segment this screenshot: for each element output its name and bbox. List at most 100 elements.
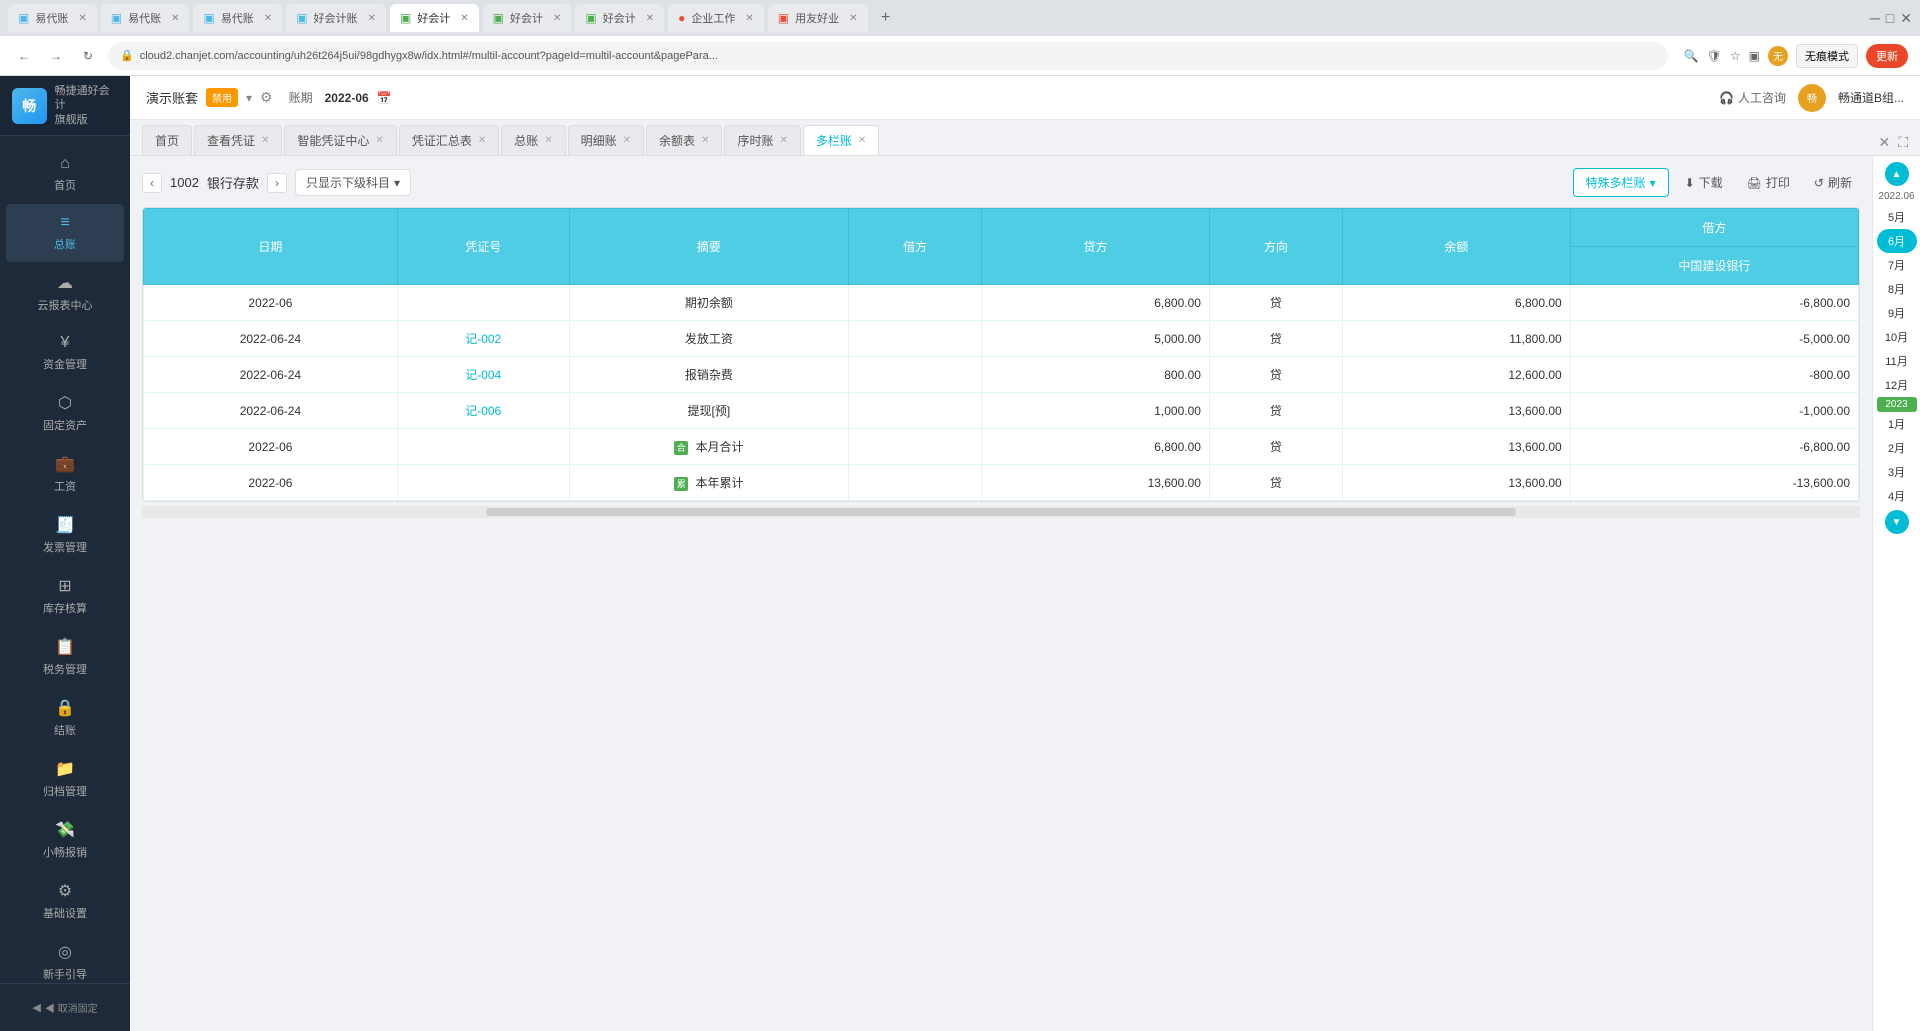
calendar-month-12[interactable]: 12月 — [1877, 373, 1917, 397]
settings-gear-icon[interactable]: ⚙ — [260, 89, 273, 106]
tab-close-7[interactable]: ✕ — [646, 13, 654, 24]
close-voucher-tab[interactable]: ✕ — [261, 135, 269, 146]
calendar-month-5[interactable]: 5月 — [1877, 205, 1917, 229]
row4-voucher[interactable]: 记-006 — [397, 393, 569, 429]
sidebar-item-salary[interactable]: 💼 工资 — [6, 444, 124, 504]
tab-close-6[interactable]: ✕ — [553, 13, 561, 24]
star-icon[interactable]: ☆ — [1730, 49, 1741, 63]
next-account-button[interactable]: › — [267, 173, 287, 193]
sidebar-item-home[interactable]: ⌂ 首页 — [6, 145, 124, 203]
sidebar-item-tax[interactable]: 📋 税务管理 — [6, 627, 124, 687]
browser-tab-4[interactable]: ▣ 好会计账 ✕ — [286, 4, 386, 32]
print-button[interactable]: 🖨 打印 — [1739, 169, 1798, 196]
sidebar-item-settings[interactable]: ⚙ 基础设置 — [6, 871, 124, 931]
close-multi-col-tab[interactable]: ✕ — [858, 135, 866, 146]
calendar-month-11[interactable]: 11月 — [1877, 349, 1917, 373]
page-tab-detail-ledger[interactable]: 明细账 ✕ — [568, 125, 644, 155]
close-balance-tab[interactable]: ✕ — [701, 135, 709, 146]
address-box[interactable]: 🔒 cloud2.chanjet.com/accounting/uh26t264… — [108, 42, 1668, 70]
page-tab-voucher-summary[interactable]: 凭证汇总表 ✕ — [399, 125, 499, 155]
calendar-month-2023-3[interactable]: 3月 — [1877, 460, 1917, 484]
avatar-icon[interactable]: 无 — [1768, 46, 1788, 66]
browser-tab-3[interactable]: ▣ 易代账 ✕ — [193, 4, 282, 32]
special-multi-col-button[interactable]: 特殊多栏账 ▾ — [1573, 168, 1669, 197]
page-tab-smart-voucher[interactable]: 智能凭证中心 ✕ — [284, 125, 396, 155]
calendar-up-button[interactable]: ▲ — [1885, 162, 1909, 186]
horizontal-scrollbar[interactable] — [142, 506, 1860, 518]
sidebar-item-asset[interactable]: ⬡ 固定资产 — [6, 383, 124, 443]
back-button[interactable]: ← — [12, 44, 36, 68]
page-tab-balance[interactable]: 余额表 ✕ — [646, 125, 722, 155]
unpin-button[interactable]: ◀ ◀ 取消固定 — [0, 992, 130, 1023]
calendar-month-2023-4[interactable]: 4月 — [1877, 484, 1917, 508]
refresh-button[interactable]: ↺ 刷新 — [1806, 169, 1860, 196]
row2-extra: -5,000.00 — [1570, 321, 1858, 357]
expand-panel-icon[interactable]: ⛶ — [1898, 134, 1908, 151]
update-button[interactable]: 更新 — [1866, 44, 1908, 68]
calendar-month-2023-2[interactable]: 2月 — [1877, 436, 1917, 460]
row3-voucher[interactable]: 记-004 — [397, 357, 569, 393]
service-button[interactable]: 🎧 人工咨询 — [1719, 89, 1786, 106]
calendar-down-button[interactable]: ▼ — [1885, 510, 1909, 534]
sidebar-item-fund[interactable]: ¥ 资金管理 — [6, 324, 124, 382]
browser-tab-6[interactable]: ▣ 好会计 ✕ — [483, 4, 572, 32]
page-tab-home[interactable]: 首页 — [142, 125, 192, 155]
browser-tab-2[interactable]: ▣ 易代账 ✕ — [101, 4, 190, 32]
browser-tab-9[interactable]: ▣ 用友好业 ✕ — [768, 4, 868, 32]
page-tab-multi-col[interactable]: 多栏账 ✕ — [803, 125, 879, 155]
browser-tab-7[interactable]: ▣ 好会计 ✕ — [575, 4, 664, 32]
voucher-tab-label: 查看凭证 — [207, 132, 255, 149]
page-tab-journal[interactable]: 序时账 ✕ — [724, 125, 800, 155]
sidebar-item-guide[interactable]: ◎ 新手引导 — [6, 932, 124, 983]
row5-summary: 合 本月合计 — [569, 429, 849, 465]
dropdown-icon[interactable]: ▾ — [246, 91, 252, 105]
tab-close-3[interactable]: ✕ — [264, 13, 272, 24]
zoom-icon[interactable]: 🔍 — [1684, 49, 1699, 63]
close-detail-ledger-tab[interactable]: ✕ — [623, 135, 631, 146]
page-tab-voucher[interactable]: 查看凭证 ✕ — [194, 125, 282, 155]
calendar-icon[interactable]: 📅 — [377, 91, 392, 105]
tab-close-2[interactable]: ✕ — [171, 13, 179, 24]
calendar-month-2023-1[interactable]: 1月 — [1877, 412, 1917, 436]
browser-tab-5[interactable]: ▣ 好会计 ✕ — [390, 4, 479, 32]
sidebar-item-ledger[interactable]: ≡ 总账 — [6, 204, 124, 262]
sidebar-item-expense[interactable]: 💸 小畅报销 — [6, 810, 124, 870]
wuhen-mode-button[interactable]: 无痕模式 — [1796, 44, 1858, 68]
refresh-button[interactable]: ↻ — [76, 44, 100, 68]
sidebar-item-archive[interactable]: 📁 归档管理 — [6, 749, 124, 809]
close-voucher-summary-tab[interactable]: ✕ — [478, 135, 486, 146]
shield-icon[interactable]: 🛡 — [1707, 49, 1722, 63]
browser-tab-8[interactable]: ● 企业工作 ✕ — [668, 4, 764, 32]
new-tab-button[interactable]: + — [872, 4, 900, 32]
prev-account-button[interactable]: ‹ — [142, 173, 162, 193]
calendar-month-10[interactable]: 10月 — [1877, 325, 1917, 349]
close-panel-icon[interactable]: ✕ — [1878, 134, 1890, 151]
close-smart-voucher-tab[interactable]: ✕ — [375, 135, 383, 146]
close-journal-tab[interactable]: ✕ — [779, 135, 787, 146]
tab-close-9[interactable]: ✕ — [849, 13, 857, 24]
sidebar-item-close-accounts[interactable]: 🔒 结账 — [6, 688, 124, 748]
calendar-month-6[interactable]: 6月 — [1877, 229, 1917, 253]
minimize-button[interactable]: ─ — [1870, 10, 1880, 26]
calendar-month-8[interactable]: 8月 — [1877, 277, 1917, 301]
sidebar-item-report[interactable]: ☁ 云报表中心 — [6, 263, 124, 323]
row2-voucher[interactable]: 记-002 — [397, 321, 569, 357]
filter-dropdown[interactable]: 只显示下级科目 ▾ — [295, 169, 411, 196]
close-window-button[interactable]: ✕ — [1900, 10, 1912, 27]
tab-close-5[interactable]: ✕ — [460, 13, 468, 24]
maximize-button[interactable]: □ — [1886, 10, 1894, 26]
calendar-month-7[interactable]: 7月 — [1877, 253, 1917, 277]
user-avatar[interactable]: 畅 — [1798, 84, 1826, 112]
calendar-month-9[interactable]: 9月 — [1877, 301, 1917, 325]
sidebar-item-invoice[interactable]: 🧾 发票管理 — [6, 505, 124, 565]
page-tab-general-ledger[interactable]: 总账 ✕ — [501, 125, 565, 155]
sidebar-item-inventory[interactable]: ⊞ 库存核算 — [6, 566, 124, 626]
forward-button[interactable]: → — [44, 44, 68, 68]
screen-icon[interactable]: ▣ — [1749, 49, 1760, 63]
tab-close-8[interactable]: ✕ — [745, 13, 753, 24]
close-general-ledger-tab[interactable]: ✕ — [544, 135, 552, 146]
tab-close-1[interactable]: ✕ — [78, 13, 86, 24]
browser-tab-1[interactable]: ▣ 易代账 ✕ — [8, 4, 97, 32]
download-button[interactable]: ⬇ 下载 — [1677, 169, 1731, 196]
tab-close-4[interactable]: ✕ — [368, 13, 376, 24]
